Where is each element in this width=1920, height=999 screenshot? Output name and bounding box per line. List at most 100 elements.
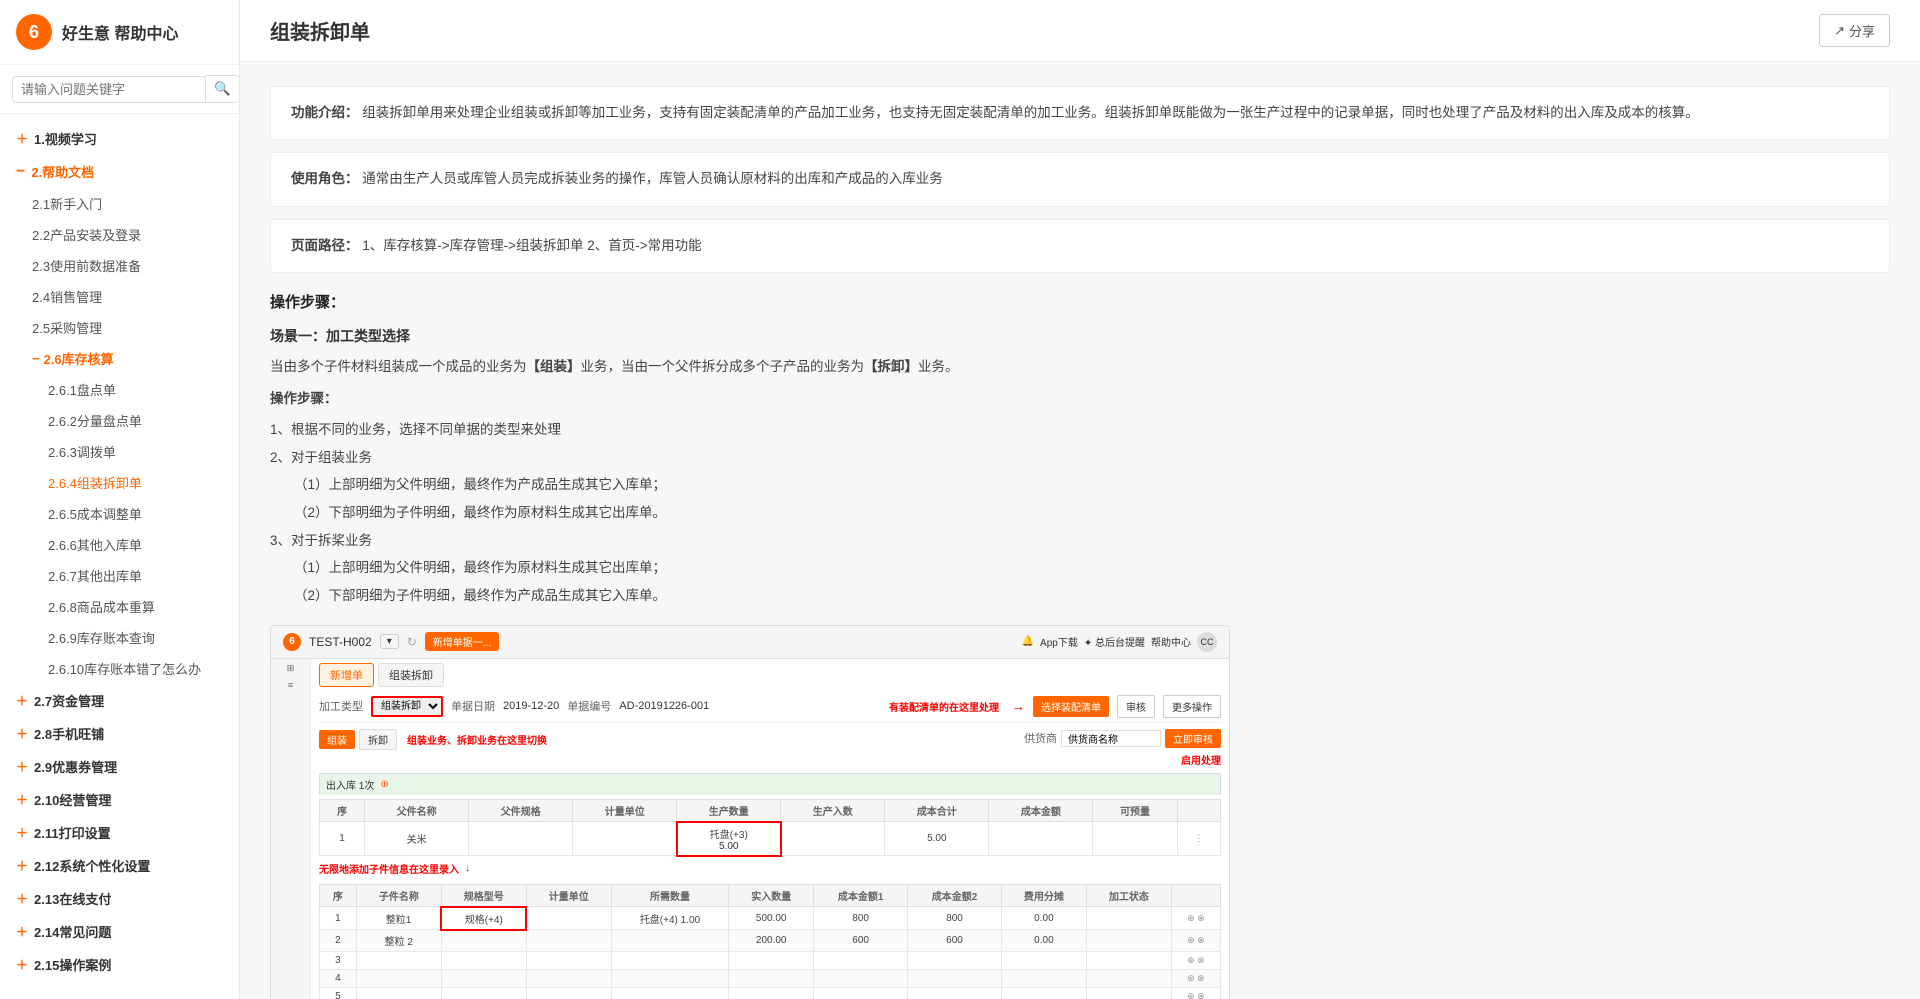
sc-approve-btn[interactable]: 审核 xyxy=(1117,695,1155,718)
sc-bcol-cost2: 成本金额2 xyxy=(908,884,1002,907)
sc-select-bom-btn[interactable]: 选择装配清单 xyxy=(1033,696,1109,717)
nav-label: 2.6.9库存账本查询 xyxy=(48,628,155,647)
plus-icon: ＋ xyxy=(16,857,28,874)
sidebar-item-faq[interactable]: ＋ 2.14常见问题 xyxy=(0,915,239,948)
sc-refresh-icon: ↻ xyxy=(407,635,417,649)
sidebar-item-sales[interactable]: 2.4销售管理 xyxy=(0,281,239,312)
sc-type-switch-area: 组装 拆卸 组装业务、拆卸业务在这里切换 xyxy=(319,729,547,750)
sc-list-icon: ≡ xyxy=(288,680,293,690)
scene-heading: 场景一：加工类型选择 xyxy=(270,326,1890,346)
sc-upper-count-label: 出入库 1次 xyxy=(326,777,374,792)
content-area: 功能介绍： 组装拆卸单用来处理企业组装或拆卸等加工业务，支持有固定装配清单的产品… xyxy=(240,62,1920,999)
sc-assembly-btn[interactable]: 组装 xyxy=(319,730,355,749)
sc-col-seq: 序 xyxy=(320,799,365,822)
sc-type-select[interactable]: 组装拆卸 xyxy=(371,696,443,717)
sc-bcol-child-name: 子件名称 xyxy=(356,884,441,907)
search-button[interactable]: 🔍 xyxy=(206,75,240,103)
sc-disassembly-btn[interactable]: 拆卸 xyxy=(359,729,397,750)
sidebar-item-data-prep[interactable]: 2.3使用前数据准备 xyxy=(0,250,239,281)
sidebar-item-stocktake[interactable]: 2.6.1盘点单 xyxy=(0,374,239,405)
plus-icon: ＋ xyxy=(16,130,28,147)
sidebar-item-purchase[interactable]: 2.5采购管理 xyxy=(0,312,239,343)
sc-save-btn[interactable]: 立即审核 xyxy=(1165,729,1221,748)
sidebar-item-payment[interactable]: ＋ 2.13在线支付 xyxy=(0,882,239,915)
sidebar-item-cost-recalc[interactable]: 2.6.8商品成本重算 xyxy=(0,591,239,622)
sc-annotation-supplier: 启用处理 xyxy=(1181,752,1221,767)
sidebar-item-newbie[interactable]: 2.1新手入门 xyxy=(0,188,239,219)
sc-bcol-seq: 序 xyxy=(320,884,357,907)
intro-block: 功能介绍： 组装拆卸单用来处理企业组装或拆卸等加工业务，支持有固定装配清单的产品… xyxy=(270,86,1890,140)
sidebar-item-transfer[interactable]: 2.6.3调拨单 xyxy=(0,436,239,467)
sidebar-item-other-out[interactable]: 2.6.7其他出库单 xyxy=(0,560,239,591)
sc-col-unit: 计量单位 xyxy=(573,799,677,822)
sidebar-item-cost-adjust[interactable]: 2.6.5成本调整单 xyxy=(0,498,239,529)
sc-tab-assembly[interactable]: 组装拆卸 xyxy=(378,663,444,687)
sidebar-item-label: 2.帮助文档 xyxy=(31,162,94,181)
nav-label: 2.7资金管理 xyxy=(34,691,104,710)
sidebar-item-assembly[interactable]: 2.6.4组装拆卸单 xyxy=(0,467,239,498)
sc-cell-available xyxy=(1093,822,1177,856)
sidebar-item-ledger-fix[interactable]: 2.6.10库存账本错了怎么办 xyxy=(0,653,239,684)
nav-label: 2.6.1盘点单 xyxy=(48,380,116,399)
sidebar-item-management[interactable]: ＋ 2.10经营管理 xyxy=(0,783,239,816)
sidebar-item-inventory-ledger[interactable]: 2.6.9库存账本查询 xyxy=(0,622,239,653)
sidebar-item-print[interactable]: ＋ 2.11打印设置 xyxy=(0,816,239,849)
nav-label: 2.6.6其他入库单 xyxy=(48,535,142,554)
search-input[interactable] xyxy=(12,76,206,103)
sidebar-item-finance[interactable]: ＋ 2.7资金管理 xyxy=(0,684,239,717)
share-label: 分享 xyxy=(1849,21,1875,40)
sc-cell-seq: 1 xyxy=(320,822,365,856)
sc-tab-new[interactable]: 新增单 xyxy=(319,663,374,687)
ops-steps-heading: 操作步骤： xyxy=(270,386,1890,412)
intro-label: 功能介绍： xyxy=(291,105,359,120)
table-row: 1 关米 托盘(+3)5.00 5.00 xyxy=(320,822,1221,856)
nav-label: 2.5采购管理 xyxy=(32,318,102,337)
sc-annotation-bom: 有装配清单的在这里处理 xyxy=(889,699,999,714)
sidebar-item-mobile[interactable]: ＋ 2.8手机旺铺 xyxy=(0,717,239,750)
sc-dropdown: ▾ xyxy=(380,634,399,649)
sc-annotation-bottom: 无限地添加子件信息在这里录入 xyxy=(319,861,459,876)
sc-upper-table: 序 父件名称 父件规格 计量单位 生产数量 生产入数 成本合计 成本金额 可预量 xyxy=(319,799,1221,857)
search-area: 🔍 xyxy=(0,65,239,114)
sidebar-item-video[interactable]: ＋ 1.视频学习 xyxy=(0,122,239,155)
app-title: 好生意 帮助中心 xyxy=(62,20,178,44)
sc-bottom-annotation-area: 无限地添加子件信息在这里录入 ↓ xyxy=(319,857,1221,880)
path-label: 页面路径： xyxy=(291,238,359,253)
sc-supplier-input[interactable] xyxy=(1061,730,1161,747)
nav-label: 2.6.3调拨单 xyxy=(48,442,116,461)
sc-tabs: 新增单 组装拆卸 xyxy=(319,663,1221,687)
sc-cell-cost-total: 5.00 xyxy=(885,822,989,856)
top-bar: 组装拆卸单 ↗ 分享 xyxy=(240,0,1920,62)
sc-bcol-actual: 实入数量 xyxy=(729,884,814,907)
sc-titlebar: 6 TEST-H002 ▾ ↻ 新增单据一... 🔔 App下载 ✦ 总后台提醒… xyxy=(271,626,1229,659)
sidebar-item-coupon[interactable]: ＋ 2.9优惠券管理 xyxy=(0,750,239,783)
nav-label: 2.6.4组装拆卸单 xyxy=(48,473,142,492)
sc-top-icon1: 🔔 xyxy=(1022,636,1034,647)
sc-col-actions xyxy=(1177,799,1220,822)
step-3-1: （1）上部明细为父件明细，最终作为原材料生成其它出库单； xyxy=(294,555,1890,581)
role-label: 使用角色： xyxy=(291,171,359,186)
sc-create-btn[interactable]: 新增单据一... xyxy=(425,632,499,651)
sidebar-item-cases[interactable]: ＋ 2.15操作案例 xyxy=(0,948,239,981)
sidebar-item-label: 1.视频学习 xyxy=(34,129,97,148)
sc-col-available: 可预量 xyxy=(1093,799,1177,822)
sc-bottom-table: 序 子件名称 规格型号 计量单位 所需数量 实入数量 成本金额1 成本金额2 费… xyxy=(319,884,1221,999)
sc-more-btn[interactable]: 更多操作 xyxy=(1163,695,1221,718)
sc-add-row-icon[interactable]: ⊕ xyxy=(380,779,388,790)
sidebar-item-inventory[interactable]: − 2.6库存核算 xyxy=(0,343,239,374)
sidebar-item-install[interactable]: 2.2产品安装及登录 xyxy=(0,219,239,250)
plus-icon: ＋ xyxy=(16,692,28,709)
plus-icon: ＋ xyxy=(16,923,28,940)
nav-label: 2.6.2分量盘点单 xyxy=(48,411,142,430)
sc-supplier-label: 供货商 xyxy=(1024,730,1057,746)
nav-label: 2.10经营管理 xyxy=(34,790,111,809)
sidebar-item-other-in[interactable]: 2.6.6其他入库单 xyxy=(0,529,239,560)
sidebar-header: 6 好生意 帮助中心 xyxy=(0,0,239,65)
sidebar-item-help-docs[interactable]: − 2.帮助文档 xyxy=(0,155,239,188)
share-button[interactable]: ↗ 分享 xyxy=(1819,14,1890,47)
table-row: 1 整粒1 规格(+4) 托盘(+4) 1.00 500.00 800 800 … xyxy=(320,907,1221,930)
sc-date-label: 单据日期 xyxy=(451,698,495,714)
sidebar-item-personalize[interactable]: ＋ 2.12系统个性化设置 xyxy=(0,849,239,882)
sidebar-item-partial-stocktake[interactable]: 2.6.2分量盘点单 xyxy=(0,405,239,436)
nav-label: 2.13在线支付 xyxy=(34,889,111,908)
